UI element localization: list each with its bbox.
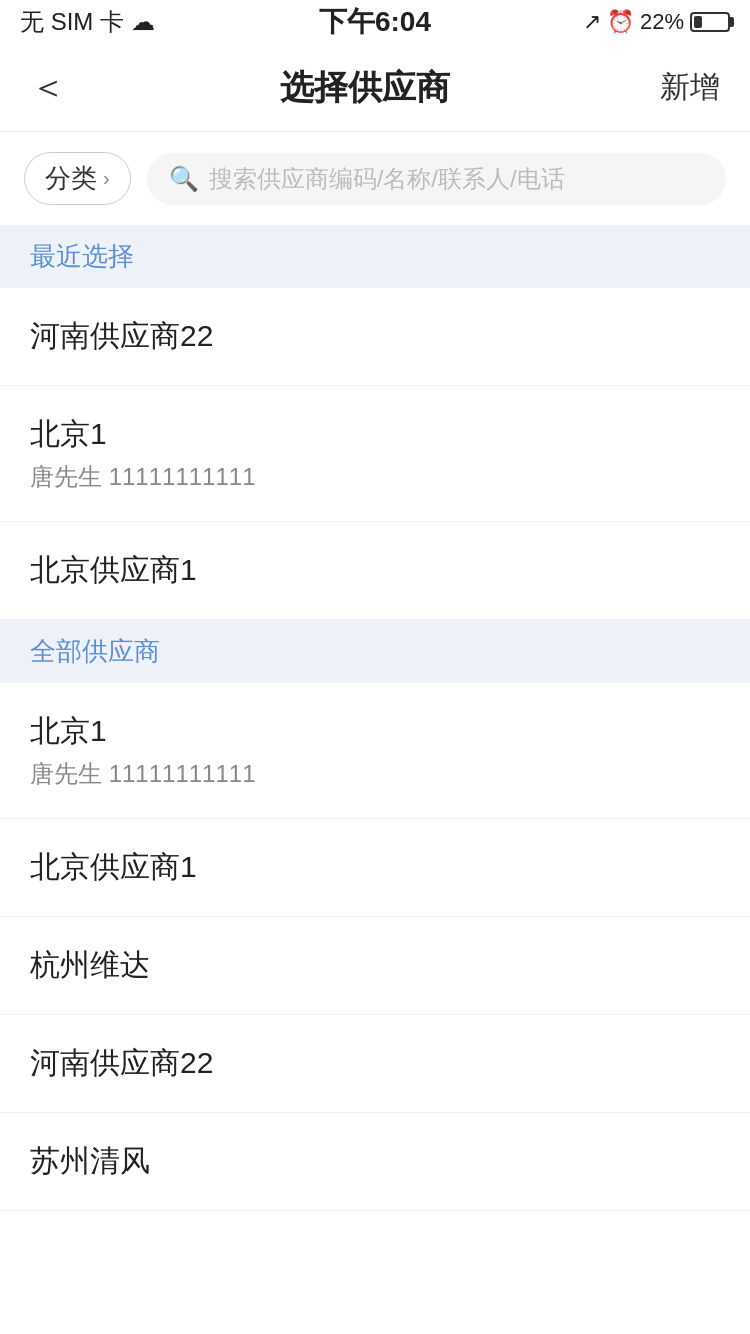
category-button[interactable]: 分类 › (24, 152, 131, 205)
search-icon: 🔍 (169, 165, 199, 193)
recent-section-header: 最近选择 (0, 225, 750, 288)
location-icon: ↗ (583, 9, 601, 35)
battery-icon (690, 12, 730, 32)
item-sub: 唐先生 11111111111 (30, 758, 720, 790)
nav-bar: ＜ 选择供应商 新增 (0, 44, 750, 132)
item-name: 河南供应商22 (30, 1043, 720, 1084)
back-button[interactable]: ＜ (30, 63, 90, 112)
new-add-button[interactable]: 新增 (640, 67, 720, 108)
search-input-wrap[interactable]: 🔍 搜索供应商编码/名称/联系人/电话 (147, 153, 726, 205)
item-name: 北京1 (30, 711, 720, 752)
list-item[interactable]: 河南供应商22 (0, 1015, 750, 1113)
item-name: 北京供应商1 (30, 847, 720, 888)
list-item[interactable]: 河南供应商22 (0, 288, 750, 386)
list-item[interactable]: 杭州维达 (0, 917, 750, 1015)
search-placeholder: 搜索供应商编码/名称/联系人/电话 (209, 163, 565, 195)
all-section-header: 全部供应商 (0, 620, 750, 683)
list-item[interactable]: 北京供应商1 (0, 819, 750, 917)
category-label: 分类 (45, 161, 97, 196)
page-title: 选择供应商 (280, 65, 450, 111)
item-name: 杭州维达 (30, 945, 720, 986)
item-name: 河南供应商22 (30, 316, 720, 357)
item-name: 北京1 (30, 414, 720, 455)
no-sim-label: 无 SIM 卡 ☁ (20, 6, 155, 38)
list-item[interactable]: 北京1 唐先生 11111111111 (0, 386, 750, 522)
item-sub: 唐先生 11111111111 (30, 461, 720, 493)
all-list: 北京1 唐先生 11111111111 北京供应商1 杭州维达河南供应商22 苏州清风 (0, 683, 750, 1211)
status-time: 下午6:04 (319, 3, 431, 41)
status-right: ↗ ⏰ 22% (583, 9, 730, 35)
status-bar: 无 SIM 卡 ☁ 下午6:04 ↗ ⏰ 22% (0, 0, 750, 44)
item-name: 苏州清风 (30, 1141, 720, 1182)
alarm-icon: ⏰ (607, 9, 634, 35)
list-item[interactable]: 北京供应商1 (0, 522, 750, 620)
chevron-right-icon: › (103, 167, 110, 190)
list-item[interactable]: 苏州清风 (0, 1113, 750, 1211)
recent-list: 河南供应商22 北京1 唐先生 11111111111 北京供应商1 (0, 288, 750, 620)
list-item[interactable]: 北京1 唐先生 11111111111 (0, 683, 750, 819)
item-name: 北京供应商1 (30, 550, 720, 591)
filter-bar: 分类 › 🔍 搜索供应商编码/名称/联系人/电话 (0, 132, 750, 225)
battery-percent: 22% (640, 9, 684, 35)
status-left: 无 SIM 卡 ☁ (20, 6, 155, 38)
